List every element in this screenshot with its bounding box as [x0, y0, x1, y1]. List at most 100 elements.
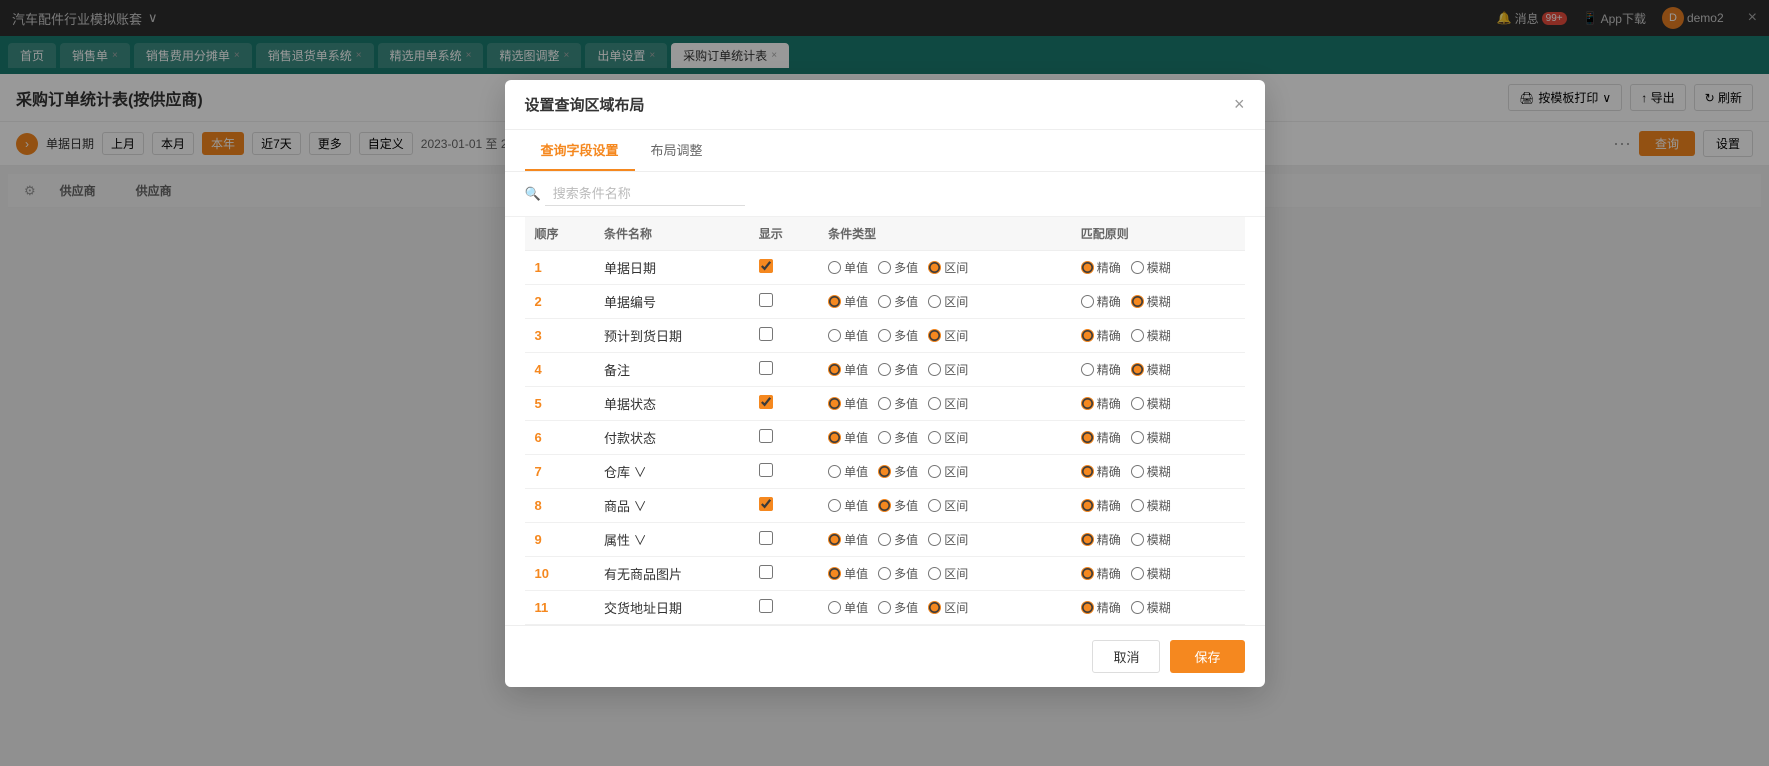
radio-single[interactable]: 单值 — [828, 497, 868, 514]
radio-exact[interactable]: 精确 — [1081, 599, 1121, 616]
radio-fuzzy[interactable]: 模糊 — [1131, 463, 1171, 480]
radio-range[interactable]: 区间 — [928, 429, 968, 446]
row-field-type-cell: 单值 多值 区间 — [818, 522, 1071, 556]
radio-fuzzy[interactable]: 模糊 — [1131, 531, 1171, 548]
radio-range[interactable]: 区间 — [928, 361, 968, 378]
row-field-type-cell: 单值 多值 区间 — [818, 488, 1071, 522]
radio-range[interactable]: 区间 — [928, 327, 968, 344]
radio-multi[interactable]: 多值 — [878, 531, 918, 548]
radio-multi[interactable]: 多值 — [878, 565, 918, 582]
radio-multi[interactable]: 多值 — [878, 599, 918, 616]
radio-fuzzy[interactable]: 模糊 — [1131, 395, 1171, 412]
radio-single[interactable]: 单值 — [828, 531, 868, 548]
radio-fuzzy[interactable]: 模糊 — [1131, 429, 1171, 446]
display-checkbox[interactable] — [759, 463, 773, 477]
row-match-rule-cell: 精确 模糊 — [1071, 284, 1245, 318]
radio-exact[interactable]: 精确 — [1081, 259, 1121, 276]
radio-single[interactable]: 单值 — [828, 361, 868, 378]
radio-fuzzy[interactable]: 模糊 — [1131, 293, 1171, 310]
radio-exact[interactable]: 精确 — [1081, 327, 1121, 344]
radio-range[interactable]: 区间 — [928, 259, 968, 276]
radio-range[interactable]: 区间 — [928, 395, 968, 412]
radio-exact[interactable]: 精确 — [1081, 293, 1121, 310]
row-field-type-cell: 单值 多值 区间 — [818, 318, 1071, 352]
modal-close-btn[interactable]: × — [1234, 94, 1245, 115]
row-display-cell — [749, 590, 818, 624]
display-checkbox[interactable] — [759, 361, 773, 375]
radio-multi[interactable]: 多值 — [878, 361, 918, 378]
display-checkbox[interactable] — [759, 565, 773, 579]
save-button[interactable]: 保存 — [1170, 640, 1244, 673]
radio-fuzzy[interactable]: 模糊 — [1131, 497, 1171, 514]
cancel-button[interactable]: 取消 — [1092, 640, 1160, 673]
radio-single[interactable]: 单值 — [828, 327, 868, 344]
table-row: 8商品 ∨ 单值 多值 区间 精确 模糊 — [525, 488, 1245, 522]
radio-multi[interactable]: 多值 — [878, 463, 918, 480]
row-match-rule-cell: 精确 模糊 — [1071, 318, 1245, 352]
radio-range[interactable]: 区间 — [928, 599, 968, 616]
radio-exact[interactable]: 精确 — [1081, 429, 1121, 446]
radio-single[interactable]: 单值 — [828, 463, 868, 480]
display-checkbox[interactable] — [759, 259, 773, 273]
row-order: 11 — [525, 590, 594, 624]
radio-single[interactable]: 单值 — [828, 565, 868, 582]
search-input[interactable] — [545, 182, 745, 206]
display-checkbox[interactable] — [759, 293, 773, 307]
display-checkbox[interactable] — [759, 395, 773, 409]
row-order: 3 — [525, 318, 594, 352]
table-row: 4备注 单值 多值 区间 精确 模糊 — [525, 352, 1245, 386]
radio-single[interactable]: 单值 — [828, 395, 868, 412]
row-order: 10 — [525, 556, 594, 590]
row-field-type-cell: 单值 多值 区间 — [818, 250, 1071, 284]
radio-range[interactable]: 区间 — [928, 497, 968, 514]
radio-exact[interactable]: 精确 — [1081, 531, 1121, 548]
radio-range[interactable]: 区间 — [928, 531, 968, 548]
row-order: 8 — [525, 488, 594, 522]
radio-fuzzy[interactable]: 模糊 — [1131, 565, 1171, 582]
radio-multi[interactable]: 多值 — [878, 429, 918, 446]
tab-layout-adjust[interactable]: 布局调整 — [635, 130, 719, 171]
radio-single[interactable]: 单值 — [828, 599, 868, 616]
radio-exact[interactable]: 精确 — [1081, 497, 1121, 514]
radio-range[interactable]: 区间 — [928, 463, 968, 480]
table-row: 7仓库 ∨ 单值 多值 区间 精确 模糊 — [525, 454, 1245, 488]
col-order: 顺序 — [525, 217, 594, 251]
display-checkbox[interactable] — [759, 429, 773, 443]
radio-fuzzy[interactable]: 模糊 — [1131, 327, 1171, 344]
radio-range[interactable]: 区间 — [928, 293, 968, 310]
display-checkbox[interactable] — [759, 497, 773, 511]
radio-single[interactable]: 单值 — [828, 259, 868, 276]
row-display-cell — [749, 556, 818, 590]
radio-multi[interactable]: 多值 — [878, 497, 918, 514]
radio-fuzzy[interactable]: 模糊 — [1131, 361, 1171, 378]
row-field-name: 付款状态 — [594, 420, 749, 454]
row-field-type-cell: 单值 多值 区间 — [818, 420, 1071, 454]
row-display-cell — [749, 352, 818, 386]
row-field-type-cell: 单值 多值 区间 — [818, 590, 1071, 624]
radio-range[interactable]: 区间 — [928, 565, 968, 582]
radio-multi[interactable]: 多值 — [878, 259, 918, 276]
radio-exact[interactable]: 精确 — [1081, 463, 1121, 480]
row-order: 1 — [525, 250, 594, 284]
row-order: 6 — [525, 420, 594, 454]
radio-exact[interactable]: 精确 — [1081, 395, 1121, 412]
radio-multi[interactable]: 多值 — [878, 395, 918, 412]
radio-fuzzy[interactable]: 模糊 — [1131, 599, 1171, 616]
row-display-cell — [749, 284, 818, 318]
row-display-cell — [749, 522, 818, 556]
display-checkbox[interactable] — [759, 327, 773, 341]
display-checkbox[interactable] — [759, 599, 773, 613]
settings-modal: 设置查询区域布局 × 查询字段设置 布局调整 🔍 顺序 条件名称 显示 条件类型 — [505, 80, 1265, 687]
row-display-cell — [749, 420, 818, 454]
radio-single[interactable]: 单值 — [828, 293, 868, 310]
radio-single[interactable]: 单值 — [828, 429, 868, 446]
radio-exact[interactable]: 精确 — [1081, 361, 1121, 378]
radio-exact[interactable]: 精确 — [1081, 565, 1121, 582]
radio-fuzzy[interactable]: 模糊 — [1131, 259, 1171, 276]
tab-query-fields[interactable]: 查询字段设置 — [525, 130, 635, 171]
radio-multi[interactable]: 多值 — [878, 293, 918, 310]
row-field-name: 仓库 ∨ — [594, 454, 749, 488]
display-checkbox[interactable] — [759, 531, 773, 545]
radio-multi[interactable]: 多值 — [878, 327, 918, 344]
row-field-name: 有无商品图片 — [594, 556, 749, 590]
